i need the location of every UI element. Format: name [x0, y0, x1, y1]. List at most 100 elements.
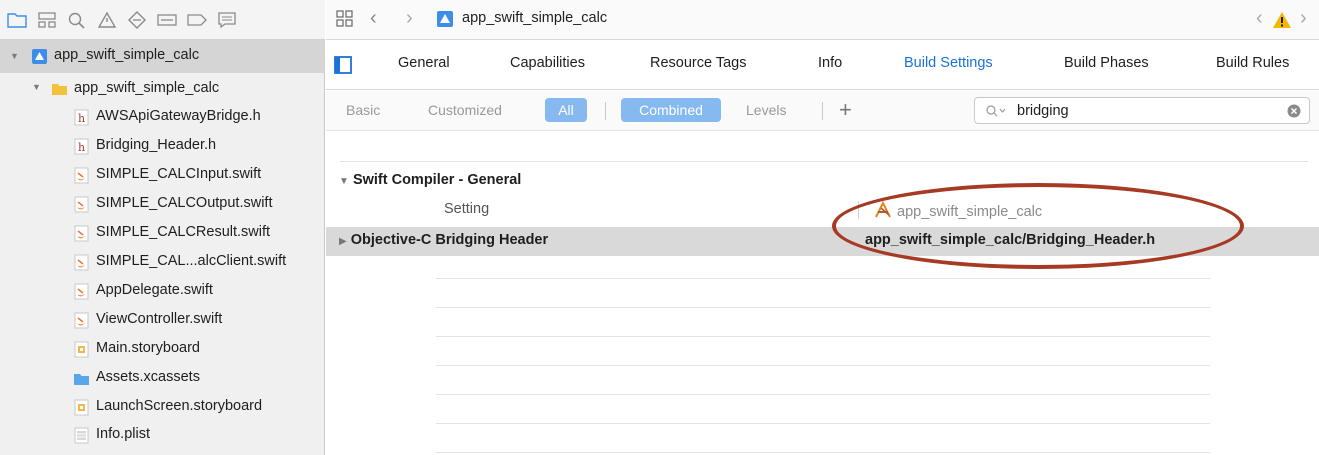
tab-build-settings[interactable]: Build Settings	[904, 55, 993, 71]
section-title[interactable]: ▼ Swift Compiler - General	[339, 172, 521, 188]
plist-icon	[74, 427, 89, 444]
report-navigator-icon[interactable]	[216, 10, 238, 30]
section-divider	[340, 161, 1308, 162]
nav-item-file[interactable]: h Bridging_Header.h	[0, 132, 325, 161]
filter-separator	[822, 102, 823, 120]
header-file-icon: h	[74, 138, 89, 155]
filter-basic[interactable]: Basic	[346, 102, 380, 118]
nav-item-label: AppDelegate.swift	[96, 282, 213, 298]
svg-text:h: h	[78, 141, 85, 154]
nav-item-file[interactable]: SIMPLE_CAL...alcClient.swift	[0, 248, 325, 277]
disclosure-triangle-icon[interactable]: ▼	[339, 176, 349, 187]
folder-navigator-icon[interactable]	[6, 10, 28, 30]
jumpbar-project-label[interactable]: app_swift_simple_calc	[462, 10, 607, 26]
filter-all[interactable]: All	[545, 98, 587, 122]
disclosure-triangle-icon[interactable]: ▼	[10, 51, 19, 61]
search-field[interactable]: bridging	[974, 97, 1310, 124]
previous-issue-icon[interactable]: ‹	[1256, 7, 1263, 30]
nav-item-file[interactable]: SIMPLE_CALCResult.swift	[0, 219, 325, 248]
disclosure-triangle-icon[interactable]: ▼	[32, 82, 41, 92]
target-column-label: app_swift_simple_calc	[897, 204, 1043, 220]
swift-file-icon	[74, 167, 89, 184]
disclosure-triangle-icon[interactable]: ▶	[339, 236, 347, 247]
highlight-annotation	[832, 183, 1244, 269]
setting-row-bridging-header[interactable]: ▶ Objective-C Bridging Header app_swift_…	[326, 227, 1319, 256]
tab-general[interactable]: General	[398, 55, 450, 71]
tab-info[interactable]: Info	[818, 55, 842, 71]
forward-arrow-icon[interactable]: ›	[406, 7, 413, 30]
nav-item-file[interactable]: LaunchScreen.storyboard	[0, 393, 325, 422]
target-app-icon	[875, 200, 891, 218]
filter-customized[interactable]: Customized	[428, 102, 502, 118]
nav-item-project[interactable]: ▼ app_swift_simple_calc	[0, 40, 325, 73]
tab-capabilities[interactable]: Capabilities	[510, 55, 585, 71]
empty-row-line	[436, 278, 1210, 279]
nav-item-label: AWSApiGatewayBridge.h	[96, 108, 261, 124]
back-arrow-icon[interactable]: ‹	[370, 7, 377, 30]
tab-build-rules[interactable]: Build Rules	[1216, 55, 1289, 71]
build-settings-table: ▼ Swift Compiler - General Setting app_s…	[326, 131, 1319, 455]
swift-file-icon	[74, 254, 89, 271]
filter-levels[interactable]: Levels	[746, 102, 786, 118]
nav-item-label: SIMPLE_CALCInput.swift	[96, 166, 262, 182]
empty-row-line	[436, 307, 1210, 308]
related-items-icon[interactable]	[336, 10, 354, 28]
nav-item-label: app_swift_simple_calc	[54, 47, 200, 63]
nav-item-label: SIMPLE_CALCResult.swift	[96, 224, 271, 240]
nav-item-label: Info.plist	[96, 426, 150, 442]
nav-item-label: SIMPLE_CAL...alcClient.swift	[96, 253, 287, 269]
swift-file-icon	[74, 283, 89, 300]
nav-item-file[interactable]: Main.storyboard	[0, 335, 325, 364]
tab-resource-tags[interactable]: Resource Tags	[650, 55, 746, 71]
empty-row-line	[436, 394, 1210, 395]
target-column-header: app_swift_simple_calc	[873, 200, 1043, 220]
source-control-icon[interactable]	[36, 10, 58, 30]
add-setting-button[interactable]: +	[839, 97, 852, 123]
nav-item-file[interactable]: AppDelegate.swift	[0, 277, 325, 306]
asset-folder-icon	[74, 374, 89, 385]
search-input[interactable]: bridging	[1017, 103, 1069, 119]
test-navigator-icon[interactable]	[126, 10, 148, 30]
nav-item-file[interactable]: Info.plist	[0, 421, 325, 450]
jump-bar: ‹ › app_swift_simple_calc ‹ ›	[326, 0, 1319, 40]
nav-item-file[interactable]: Assets.xcassets	[0, 364, 325, 393]
show-targets-icon[interactable]	[334, 56, 352, 74]
project-icon	[437, 11, 453, 27]
project-icon	[32, 49, 47, 64]
nav-item-label: Bridging_Header.h	[96, 137, 217, 153]
nav-item-file[interactable]: SIMPLE_CALCInput.swift	[0, 161, 325, 190]
svg-text:h: h	[78, 112, 85, 125]
nav-item-label: app_swift_simple_calc	[74, 80, 220, 96]
filter-combined[interactable]: Combined	[621, 98, 721, 122]
find-navigator-icon[interactable]	[66, 10, 88, 30]
debug-navigator-icon[interactable]	[156, 10, 178, 30]
empty-row-line	[436, 423, 1210, 424]
nav-item-label: LaunchScreen.storyboard	[96, 398, 263, 414]
nav-item-label: ViewController.swift	[96, 311, 223, 327]
empty-row-line	[436, 336, 1210, 337]
storyboard-icon	[74, 399, 89, 416]
section-title-text: Swift Compiler - General	[352, 172, 522, 188]
tab-build-phases[interactable]: Build Phases	[1064, 55, 1149, 71]
nav-item-label: Main.storyboard	[96, 340, 200, 356]
editor-tab-bar: General Capabilities Resource Tags Info …	[326, 41, 1319, 90]
nav-item-label: Assets.xcassets	[96, 369, 200, 385]
setting-name-text: Objective-C Bridging Header	[350, 232, 549, 248]
nav-item-file[interactable]: SIMPLE_CALCOutput.swift	[0, 190, 325, 219]
empty-row-line	[436, 365, 1210, 366]
filter-separator	[605, 102, 606, 120]
issue-navigator-icon[interactable]	[96, 10, 118, 30]
nav-item-group[interactable]: ▼ app_swift_simple_calc	[0, 74, 325, 103]
warning-icon[interactable]	[1272, 11, 1292, 29]
breakpoint-navigator-icon[interactable]	[186, 10, 208, 30]
nav-item-file[interactable]: ViewController.swift	[0, 306, 325, 335]
nav-item-label: SIMPLE_CALCOutput.swift	[96, 195, 273, 211]
setting-column-header: Setting	[444, 201, 490, 217]
setting-value[interactable]: app_swift_simple_calc/Bridging_Header.h	[865, 232, 1155, 248]
nav-item-file[interactable]: h AWSApiGatewayBridge.h	[0, 103, 325, 132]
clear-search-icon[interactable]	[1287, 104, 1301, 118]
navigator-toolbar	[0, 0, 325, 40]
next-issue-icon[interactable]: ›	[1300, 7, 1307, 30]
swift-file-icon	[74, 225, 89, 242]
swift-file-icon	[74, 196, 89, 213]
